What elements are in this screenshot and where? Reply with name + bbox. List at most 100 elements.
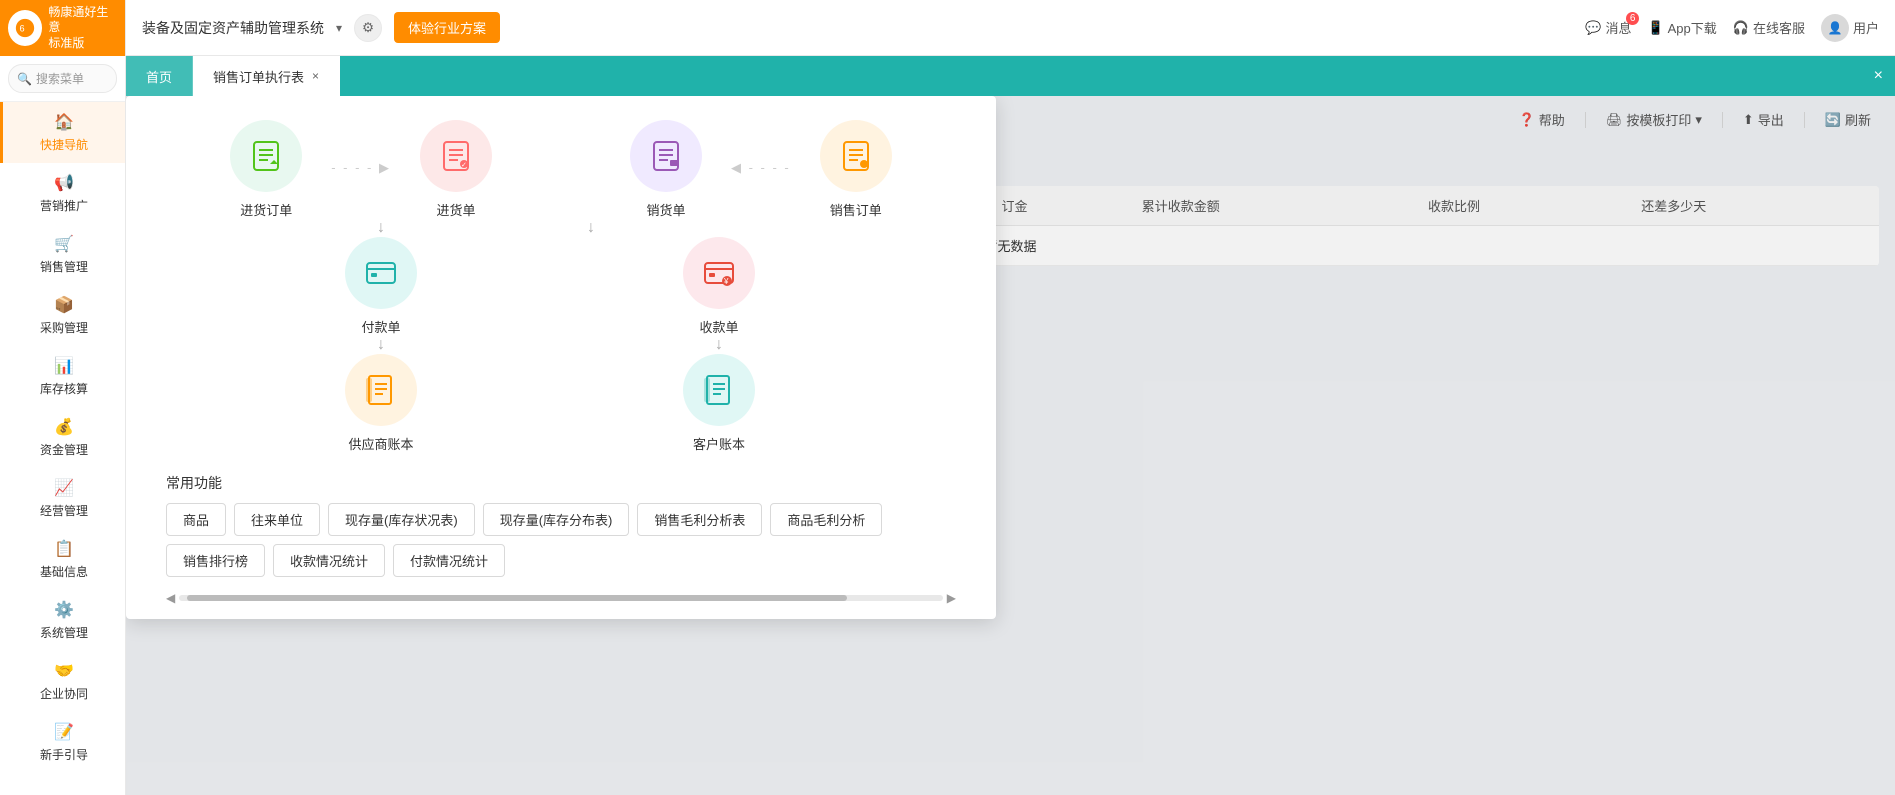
message-icon: 💬 xyxy=(1585,20,1601,36)
btn-receipt-stats[interactable]: 收款情况统计 xyxy=(273,544,385,577)
flow-row-arrows-down: ↓ ↓ xyxy=(166,219,956,237)
home-icon: 🏠 xyxy=(54,112,74,132)
tab-home[interactable]: 首页 xyxy=(126,56,193,96)
sidebar-search[interactable]: 🔍 搜索菜单 xyxy=(0,56,125,102)
phone-icon: 📱 xyxy=(1647,20,1663,36)
sidebar-item-operation[interactable]: 📈 经营管理 xyxy=(0,468,125,529)
money-icon: 💰 xyxy=(54,417,74,437)
trial-button[interactable]: 体验行业方案 xyxy=(394,12,500,43)
scrollbar-thumb[interactable] xyxy=(187,595,847,601)
arrow-1: - - - - ▶ xyxy=(331,136,391,176)
sidebar-item-marketing[interactable]: 📢 营销推广 xyxy=(0,163,125,224)
cart-icon: 🛒 xyxy=(54,234,74,254)
sidebar-nav: 🏠 快捷导航 📢 营销推广 🛒 销售管理 📦 采购管理 📊 库存核算 💰 xyxy=(0,102,125,795)
avatar: 👤 xyxy=(1821,14,1849,42)
clipboard-icon: 📋 xyxy=(54,539,74,559)
sidebar-item-enterprise[interactable]: 🤝 企业协同 xyxy=(0,651,125,712)
customer-ledger-label: 客户账本 xyxy=(693,434,745,453)
app-download-button[interactable]: 📱 App下载 xyxy=(1647,18,1716,37)
svg-text:¥: ¥ xyxy=(723,277,729,286)
popup-scrollbar: ◀ ▶ xyxy=(166,591,956,599)
flow-item-customer-ledger: 客户账本 xyxy=(654,354,784,453)
sidebar-item-sales[interactable]: 🛒 销售管理 xyxy=(0,224,125,285)
sales-bill-label: 销货单 xyxy=(646,200,685,219)
arrow-down-sales: ↓ xyxy=(526,219,656,237)
scroll-left-arrow[interactable]: ◀ xyxy=(166,591,175,605)
user-menu[interactable]: 👤 用户 xyxy=(1821,14,1879,42)
receipt-circle[interactable]: ¥ xyxy=(683,237,755,309)
search-menu-button[interactable]: 🔍 搜索菜单 xyxy=(8,64,117,93)
tab-bar-close-button[interactable]: × xyxy=(1874,67,1883,85)
sidebar: 6 畅康通好生意 标准版 🔍 搜索菜单 🏠 快捷导航 📢 营销推广 � xyxy=(0,0,126,795)
purchase-bill-circle[interactable]: ✓ xyxy=(420,120,492,192)
purchase-order-label: 进货订单 xyxy=(240,200,292,219)
flow-row-3: 供应商账本 客户账本 xyxy=(166,354,956,453)
payment-circle[interactable] xyxy=(345,237,417,309)
sales-order-label: 销售订单 xyxy=(830,200,882,219)
tab-bar: 首页 销售订单执行表 × × xyxy=(126,56,1895,96)
guide-icon: 📝 xyxy=(54,722,74,742)
search-icon: 🔍 xyxy=(17,72,32,86)
tab-close-icon[interactable]: × xyxy=(312,69,319,83)
gear-icon: ⚙️ xyxy=(54,600,74,620)
flow-item-receipt: ¥ 收款单 xyxy=(654,237,784,336)
chart-icon: 📊 xyxy=(54,356,74,376)
online-service-button[interactable]: 🎧 在线客服 xyxy=(1733,18,1805,37)
btn-payment-stats[interactable]: 付款情况统计 xyxy=(393,544,505,577)
header-right: 💬 消息 6 📱 App下载 🎧 在线客服 👤 用户 xyxy=(1585,14,1879,42)
btn-stock-status[interactable]: 现存量(库存状况表) xyxy=(328,503,475,536)
flow-item-sales-bill: 销货单 xyxy=(601,120,731,219)
sidebar-item-inventory[interactable]: 📊 库存核算 xyxy=(0,346,125,407)
arrow-down-purchase: ↓ xyxy=(316,219,446,237)
arrow-2: ◀ - - - - xyxy=(731,136,791,176)
megaphone-icon: 📢 xyxy=(54,173,74,193)
flow-row-arrows-down-2: ↓ ↓ xyxy=(166,336,956,354)
arrow-down-payment: ↓ xyxy=(316,336,446,354)
flow-row-2: 付款单 ¥ 收款单 xyxy=(166,237,956,336)
handshake-icon: 🤝 xyxy=(54,661,74,681)
sidebar-item-quick-nav[interactable]: 🏠 快捷导航 xyxy=(0,102,125,163)
scrollbar-track[interactable] xyxy=(179,595,943,601)
tab-sales-order-exec[interactable]: 销售订单执行表 × xyxy=(193,56,340,96)
popup-box: 进货订单 - - - - ▶ ✓ 进货单 xyxy=(126,96,996,619)
sidebar-item-finance[interactable]: 💰 资金管理 xyxy=(0,407,125,468)
top-header: 装备及固定资产辅助管理系统 ▾ ⚙ 体验行业方案 💬 消息 6 📱 App下载 … xyxy=(126,0,1895,56)
settings-icon: ⚙ xyxy=(362,20,374,36)
system-dropdown-button[interactable]: ▾ xyxy=(336,21,342,35)
box-icon: 📦 xyxy=(54,295,74,315)
supplier-ledger-label: 供应商账本 xyxy=(348,434,413,453)
arrow-down-receipt: ↓ xyxy=(654,336,784,354)
svg-text:✓: ✓ xyxy=(461,162,467,169)
common-buttons-row-1: 商品 往来单位 现存量(库存状况表) 现存量(库存分布表) 销售毛利分析表 商品… xyxy=(166,503,956,536)
message-badge: 6 xyxy=(1626,12,1640,25)
sales-bill-circle[interactable] xyxy=(630,120,702,192)
settings-button[interactable]: ⚙ xyxy=(354,14,382,42)
sidebar-item-newbie[interactable]: 📝 新手引导 xyxy=(0,712,125,773)
flow-item-sales-order: 销售订单 xyxy=(791,120,921,219)
supplier-ledger-circle[interactable] xyxy=(345,354,417,426)
btn-partners[interactable]: 往来单位 xyxy=(234,503,320,536)
flow-chart: 进货订单 - - - - ▶ ✓ 进货单 xyxy=(166,120,956,453)
btn-product-profit[interactable]: 商品毛利分析 xyxy=(770,503,882,536)
main-area: 装备及固定资产辅助管理系统 ▾ ⚙ 体验行业方案 💬 消息 6 📱 App下载 … xyxy=(126,0,1895,795)
btn-sales-ranking[interactable]: 销售排行榜 xyxy=(166,544,265,577)
purchase-order-circle[interactable] xyxy=(230,120,302,192)
receipt-label: 收款单 xyxy=(699,317,738,336)
flow-row-1: 进货订单 - - - - ▶ ✓ 进货单 xyxy=(166,120,956,219)
common-buttons-row-2: 销售排行榜 收款情况统计 付款情况统计 xyxy=(166,544,956,577)
flow-item-purchase-order: 进货订单 xyxy=(201,120,331,219)
sales-order-circle[interactable] xyxy=(820,120,892,192)
btn-stock-distribution[interactable]: 现存量(库存分布表) xyxy=(483,503,630,536)
sidebar-logo: 6 畅康通好生意 标准版 xyxy=(0,0,125,56)
btn-sales-profit[interactable]: 销售毛利分析表 xyxy=(637,503,762,536)
sidebar-item-purchase[interactable]: 📦 采购管理 xyxy=(0,285,125,346)
sidebar-item-basic[interactable]: 📋 基础信息 xyxy=(0,529,125,590)
btn-product[interactable]: 商品 xyxy=(166,503,226,536)
logo-icon: 6 xyxy=(8,10,42,46)
customer-ledger-circle[interactable] xyxy=(683,354,755,426)
purchase-bill-label: 进货单 xyxy=(436,200,475,219)
message-button[interactable]: 💬 消息 6 xyxy=(1585,18,1631,37)
trending-icon: 📈 xyxy=(54,478,74,498)
sidebar-item-system[interactable]: ⚙️ 系统管理 xyxy=(0,590,125,651)
scroll-right-arrow[interactable]: ▶ xyxy=(947,591,956,605)
